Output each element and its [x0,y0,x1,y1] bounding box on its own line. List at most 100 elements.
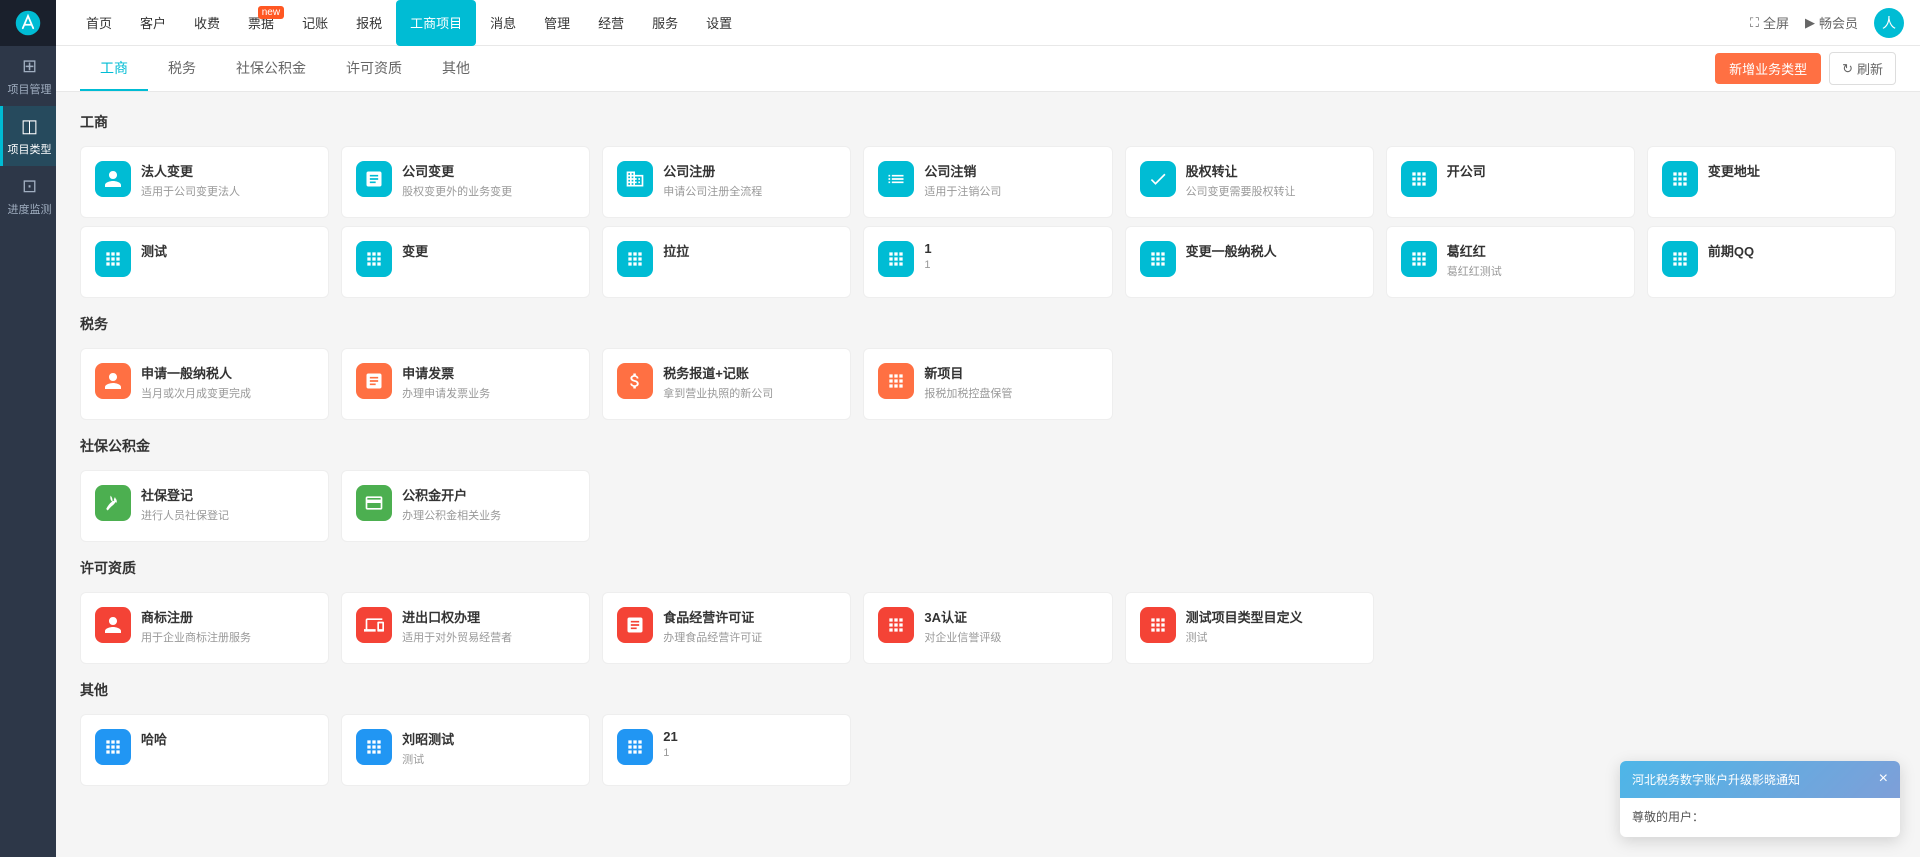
card-social-register[interactable]: 社保登记 进行人员社保登记 [80,470,329,542]
member-btn[interactable]: ▶ 畅会员 [1805,13,1858,32]
nav-customer[interactable]: 客户 [126,0,180,46]
card-fund-account[interactable]: 公积金开户 办理公积金相关业务 [341,470,590,542]
card-name: 社保登记 [141,485,314,504]
card-equity-transfer[interactable]: 股权转让 公司变更需要股权转让 [1125,146,1374,218]
industry-cards-row1: 法人变更 适用于公司变更法人 公司变更 股权变更外的业务变更 公司注册 [80,146,1896,218]
section-title-other: 其他 [80,680,1896,700]
card-content-company-register: 公司注册 申请公司注册全流程 [663,161,836,199]
card-legal-change[interactable]: 法人变更 适用于公司变更法人 [80,146,329,218]
card-icon-food-license [617,607,653,643]
card-icon-change [356,241,392,277]
card-name: 变更 [402,241,575,260]
card-icon-lala [617,241,653,277]
card-desc: 适用于注销公司 [924,183,1097,199]
card-change[interactable]: 变更 [341,226,590,298]
nav-home[interactable]: 首页 [72,0,126,46]
card-test-type-def[interactable]: 测试项目类型目定义 测试 [1125,592,1374,664]
card-desc: 公司变更需要股权转让 [1186,183,1359,199]
card-one[interactable]: 1 1 [863,226,1112,298]
card-desc: 办理公积金相关业务 [402,507,575,523]
card-trademark[interactable]: 商标注册 用于企业商标注册服务 [80,592,329,664]
card-import-export[interactable]: 进出口权办理 适用于对外贸易经营者 [341,592,590,664]
card-new-project[interactable]: 新项目 报税加税控盘保管 [863,348,1112,420]
card-content-3a-cert: 3A认证 对企业信誉评级 [924,607,1097,645]
user-avatar[interactable]: 人 [1874,8,1904,38]
card-open-company[interactable]: 开公司 [1386,146,1635,218]
card-change-address[interactable]: 变更地址 [1647,146,1896,218]
card-company-change[interactable]: 公司变更 股权变更外的业务变更 [341,146,590,218]
sidebar-logo[interactable] [0,0,56,46]
card-company-cancel[interactable]: 公司注销 适用于注销公司 [863,146,1112,218]
tab-other[interactable]: 其他 [422,46,490,91]
card-content-gehonghong: 葛红红 葛红红测试 [1447,241,1620,279]
social-fund-cards: 社保登记 进行人员社保登记 公积金开户 办理公积金相关业务 [80,470,1896,542]
card-icon-haha [95,729,131,765]
tab-license[interactable]: 许可资质 [326,46,422,91]
card-apply-general-tax[interactable]: 申请一般纳税人 当月或次月成变更完成 [80,348,329,420]
section-title-license: 许可资质 [80,558,1896,578]
card-name: 测试 [141,241,314,260]
card-lala[interactable]: 拉拉 [602,226,851,298]
card-test[interactable]: 测试 [80,226,329,298]
card-gehonghong[interactable]: 葛红红 葛红红测试 [1386,226,1635,298]
sidebar-item-progress-monitor[interactable]: ⊡ 进度监测 [0,166,56,226]
card-change-tax[interactable]: 变更一般纳税人 [1125,226,1374,298]
notification-close-button[interactable]: × [1879,771,1888,787]
fullscreen-btn[interactable]: ⛶ 全屏 [1750,13,1789,32]
card-name: 葛红红 [1447,241,1620,260]
nav-tax[interactable]: 报税 [342,0,396,46]
nav-service[interactable]: 服务 [638,0,692,46]
card-content-test-type-def: 测试项目类型目定义 测试 [1186,607,1359,645]
card-tax-report-accounting[interactable]: 税务报道+记账 拿到营业执照的新公司 [602,348,851,420]
nav-ticket[interactable]: 票据 new [234,0,288,46]
card-content-apply-invoice: 申请发票 办理申请发票业务 [402,363,575,401]
tab-industry[interactable]: 工商 [80,46,148,91]
card-3a-cert[interactable]: 3A认证 对企业信誉评级 [863,592,1112,664]
card-name: 刘昭测试 [402,729,575,748]
section-title-tax: 税务 [80,314,1896,334]
add-type-button[interactable]: 新增业务类型 [1715,53,1821,84]
nav-collection[interactable]: 收费 [180,0,234,46]
project-type-icon: ◫ [21,116,38,137]
card-name: 申请一般纳税人 [141,363,314,382]
card-desc: 办理申请发票业务 [402,385,575,401]
card-company-register[interactable]: 公司注册 申请公司注册全流程 [602,146,851,218]
card-desc: 测试 [1186,629,1359,645]
card-icon-fund-account [356,485,392,521]
nav-industry[interactable]: 工商项目 [396,0,476,46]
card-desc: 当月或次月成变更完成 [141,385,314,401]
card-name: 变更地址 [1708,161,1881,180]
card-name: 新项目 [924,363,1097,382]
member-icon: ▶ [1805,15,1815,31]
sidebar-item-project-type[interactable]: ◫ 项目类型 [0,106,56,166]
card-apply-invoice[interactable]: 申请发票 办理申请发票业务 [341,348,590,420]
nav-manage[interactable]: 管理 [530,0,584,46]
nav-message[interactable]: 消息 [476,0,530,46]
card-haha[interactable]: 哈哈 [80,714,329,786]
card-name: 变更一般纳税人 [1186,241,1359,260]
card-content-social-register: 社保登记 进行人员社保登记 [141,485,314,523]
card-content-change-tax: 变更一般纳税人 [1186,241,1359,263]
card-content-fund-account: 公积金开户 办理公积金相关业务 [402,485,575,523]
card-prev-qq[interactable]: 前期QQ [1647,226,1896,298]
content-area: 工商 法人变更 适用于公司变更法人 公司变更 股权变更外的业务变更 [56,92,1920,857]
card-content-change: 变更 [402,241,575,263]
card-desc: 进行人员社保登记 [141,507,314,523]
card-content-one: 1 1 [924,241,1097,271]
card-name: 商标注册 [141,607,314,626]
refresh-button[interactable]: ↻ 刷新 [1829,52,1896,85]
card-twenty-one[interactable]: 21 1 [602,714,851,786]
card-content-trademark: 商标注册 用于企业商标注册服务 [141,607,314,645]
nav-accounting[interactable]: 记账 [288,0,342,46]
notification-body-text: 尊敬的用户： [1632,810,1704,824]
card-desc: 申请公司注册全流程 [663,183,836,199]
sidebar-item-project-mgmt[interactable]: ⊞ 项目管理 [0,46,56,106]
card-liushao-test[interactable]: 刘昭测试 测试 [341,714,590,786]
card-desc: 办理食品经营许可证 [663,629,836,645]
nav-settings[interactable]: 设置 [692,0,746,46]
nav-operate[interactable]: 经营 [584,0,638,46]
card-food-license[interactable]: 食品经营许可证 办理食品经营许可证 [602,592,851,664]
card-content-change-address: 变更地址 [1708,161,1881,183]
tab-tax[interactable]: 税务 [148,46,216,91]
tab-social-fund[interactable]: 社保公积金 [216,46,326,91]
